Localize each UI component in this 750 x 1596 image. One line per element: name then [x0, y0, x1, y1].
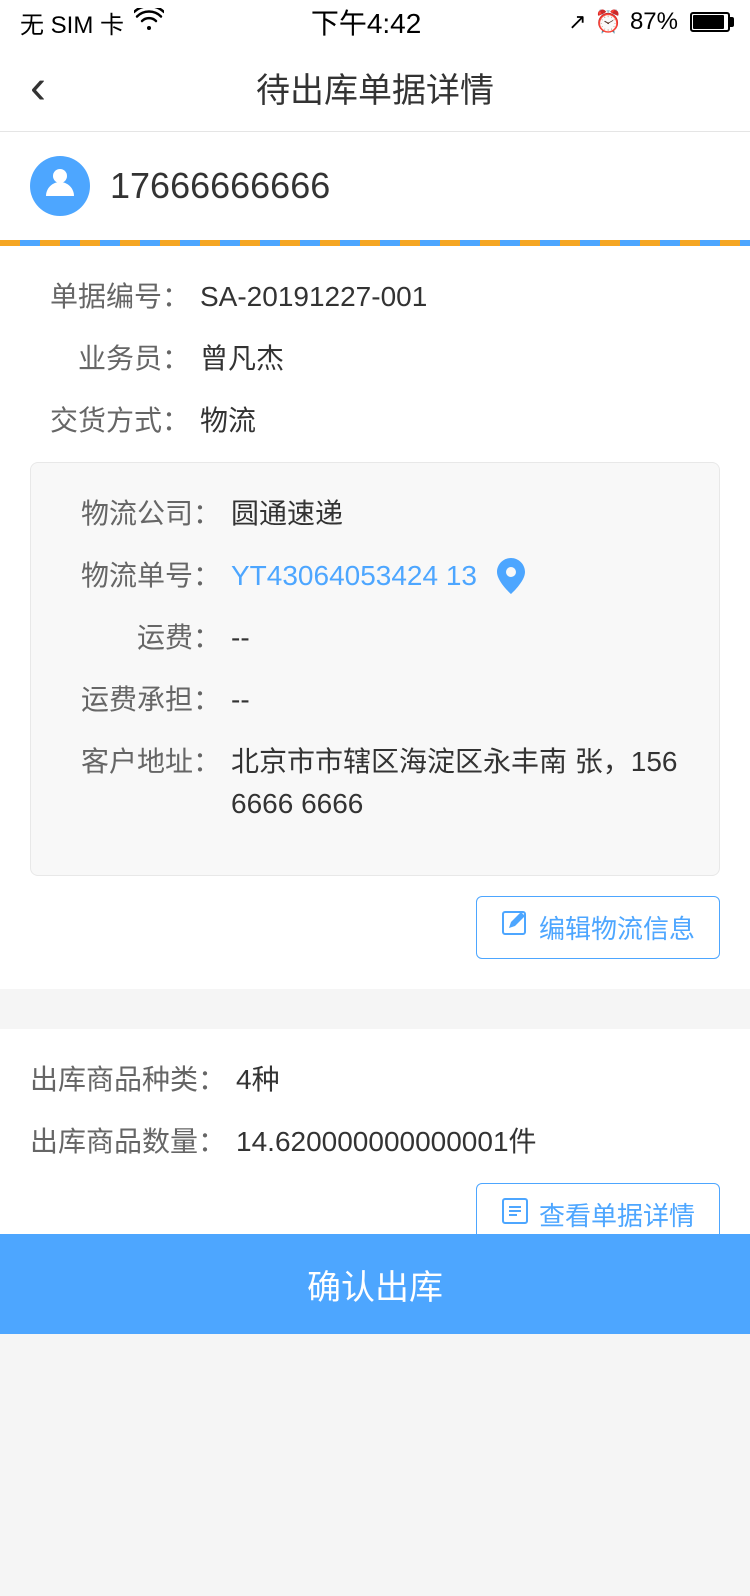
logistics-company-label: 物流公司：	[61, 493, 221, 535]
nav-bar: ‹ 待出库单据详情	[0, 44, 750, 132]
types-row: 出库商品种类： 4种	[30, 1059, 720, 1101]
freight-bearer-label: 运费承担：	[61, 679, 221, 721]
delivery-label: 交货方式：	[30, 400, 190, 442]
tracking-row: 物流单号： YT43064053424 13	[61, 555, 689, 597]
status-left: 无 SIM 卡	[20, 5, 164, 40]
view-details-label: 查看单据详情	[539, 1196, 695, 1233]
freight-bearer-row: 运费承担： --	[61, 679, 689, 721]
types-value: 4种	[236, 1059, 720, 1101]
freight-bearer-value: --	[231, 679, 689, 721]
freight-value: --	[231, 617, 689, 659]
quantity-row: 出库商品数量： 14.620000000000001件	[30, 1121, 720, 1163]
logistics-section: 物流公司： 圆通速递 物流单号： YT43064053424 13 运费： --	[30, 462, 720, 876]
battery-percent: 87%	[630, 8, 678, 36]
map-pin-icon[interactable]	[497, 558, 533, 594]
freight-row: 运费： --	[61, 617, 689, 659]
types-label: 出库商品种类：	[30, 1059, 226, 1101]
page-title: 待出库单据详情	[256, 63, 494, 112]
salesperson-value: 曾凡杰	[200, 338, 720, 380]
confirm-bar[interactable]: 确认出库	[0, 1234, 750, 1334]
carrier-text: 无 SIM 卡	[20, 5, 124, 40]
customer-phone: 17666666666	[110, 165, 330, 207]
separator	[0, 1009, 750, 1029]
list-icon	[501, 1197, 529, 1232]
freight-label: 运费：	[61, 617, 221, 659]
location-status-icon: ↗	[568, 9, 586, 35]
back-button[interactable]: ‹	[20, 50, 56, 125]
order-no-row: 单据编号： SA-20191227-001	[30, 276, 720, 318]
order-no-value: SA-20191227-001	[200, 276, 720, 318]
delivery-value: 物流	[200, 400, 720, 442]
status-right: ↗ ⏰ 87%	[568, 8, 730, 36]
alarm-icon: ⏰	[595, 9, 622, 35]
logistics-company-value: 圆通速递	[231, 493, 689, 535]
avatar	[30, 156, 90, 216]
edit-logistics-button[interactable]: 编辑物流信息	[476, 896, 720, 959]
address-label: 客户地址：	[61, 741, 221, 783]
confirm-button-label: 确认出库	[307, 1260, 443, 1309]
edit-icon	[501, 910, 529, 945]
status-time: 下午4:42	[311, 2, 422, 42]
customer-header: 17666666666	[0, 132, 750, 240]
tracking-label: 物流单号：	[61, 555, 221, 597]
delivery-row: 交货方式： 物流	[30, 400, 720, 442]
logistics-company-row: 物流公司： 圆通速递	[61, 493, 689, 535]
address-row: 客户地址： 北京市市辖区海淀区永丰南 张，156 6666 6666	[61, 741, 689, 825]
edit-logistics-btn-container: 编辑物流信息	[30, 896, 720, 959]
salesperson-label: 业务员：	[30, 338, 190, 380]
order-info-section: 单据编号： SA-20191227-001 业务员： 曾凡杰 交货方式： 物流 …	[0, 246, 750, 989]
tracking-value: YT43064053424 13	[231, 555, 689, 597]
address-value: 北京市市辖区海淀区永丰南 张，156 6666 6666	[231, 741, 689, 825]
status-bar: 无 SIM 卡 下午4:42 ↗ ⏰ 87%	[0, 0, 750, 44]
quantity-label: 出库商品数量：	[30, 1121, 226, 1163]
edit-logistics-label: 编辑物流信息	[539, 909, 695, 946]
battery-icon	[690, 12, 730, 32]
salesperson-row: 业务员： 曾凡杰	[30, 338, 720, 380]
tracking-number: YT43064053424 13	[231, 555, 477, 597]
person-icon	[42, 164, 78, 209]
quantity-value: 14.620000000000001件	[236, 1121, 720, 1163]
order-no-label: 单据编号：	[30, 276, 190, 318]
wifi-icon	[134, 8, 164, 37]
